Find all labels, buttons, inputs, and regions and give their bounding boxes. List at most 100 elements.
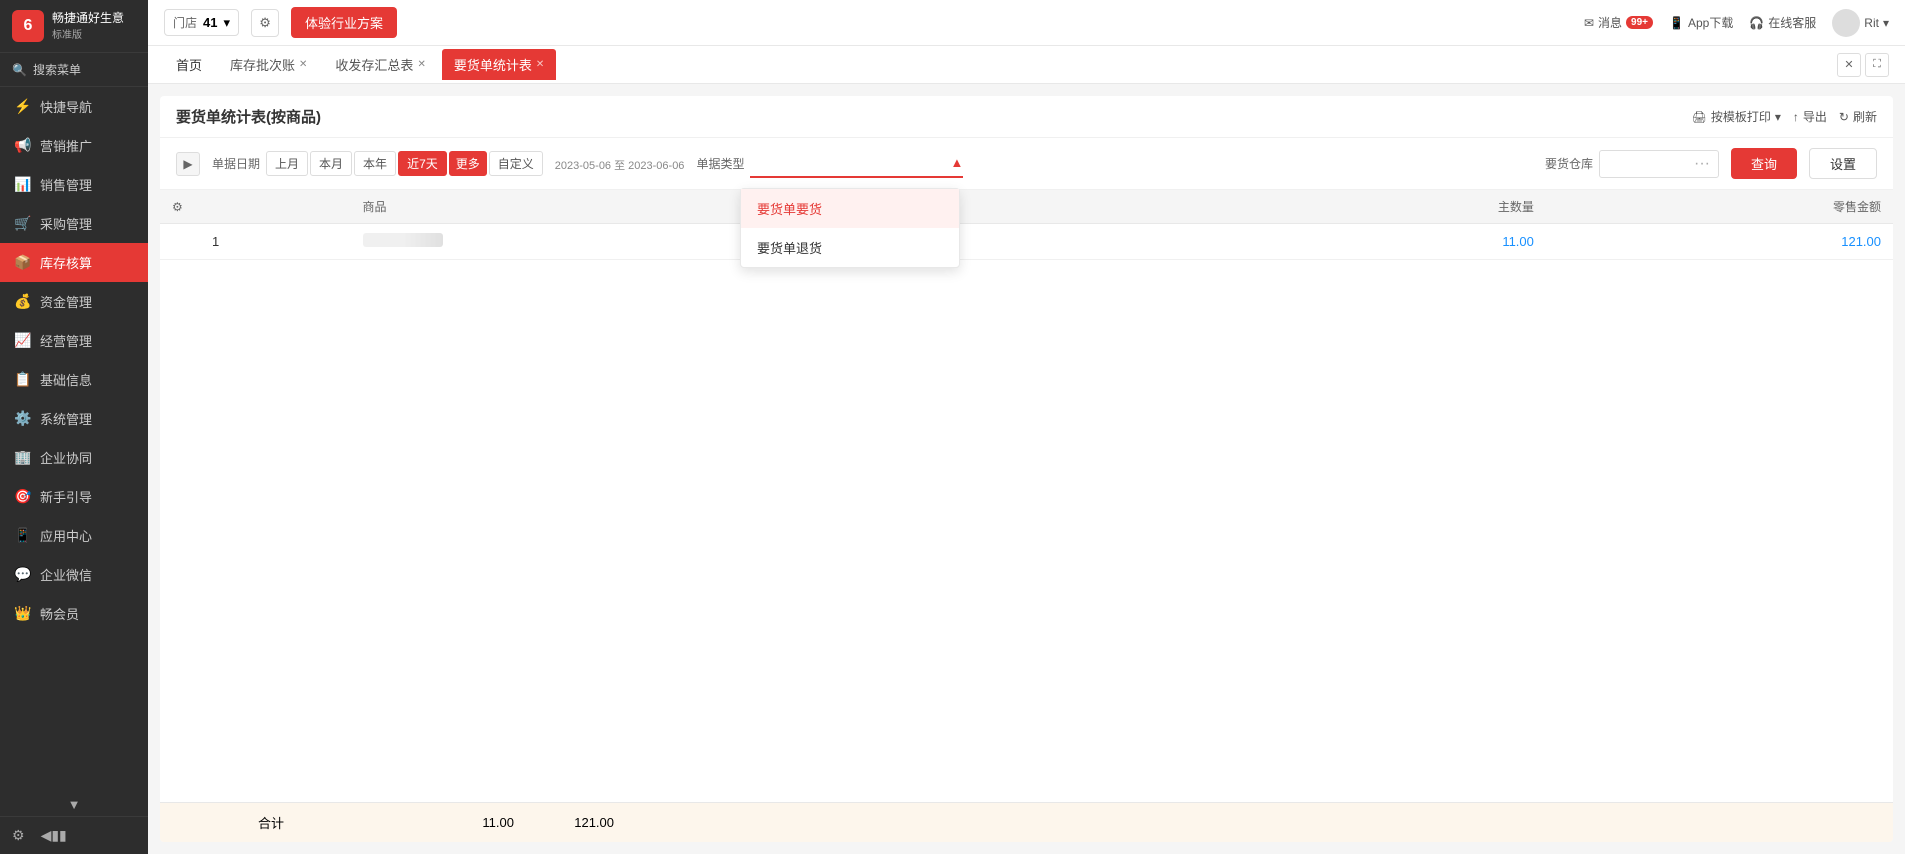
col-amount-header: 零售金额 (1546, 190, 1893, 224)
sidebar-item-label: 新手引导 (40, 487, 92, 506)
sidebar-scroll-down[interactable]: ▼ (0, 793, 148, 816)
search-icon: 🔍 (12, 63, 27, 77)
header-left: 门店 41 ▾ ⚙ 体验行业方案 (164, 7, 397, 38)
tab-order-summary[interactable]: 要货单统计表 ✕ (442, 49, 556, 80)
app-download-label: App下载 (1688, 14, 1733, 31)
date-btn-this-month[interactable]: 本月 (310, 151, 352, 176)
member-icon: 👑 (14, 605, 32, 623)
sidebar-search[interactable]: 🔍 搜索菜单 (0, 53, 148, 87)
sidebar-item-label: 畅会员 (40, 604, 79, 623)
print-icon: 🖨 (1692, 110, 1707, 124)
sidebar-item-app[interactable]: 📱 应用中心 (0, 516, 148, 555)
date-btn-last-month[interactable]: 上月 (266, 151, 308, 176)
sidebar-item-member[interactable]: 👑 畅会员 (0, 594, 148, 633)
expand-filter-button[interactable]: ▶ (176, 152, 200, 176)
type-chevron-up-icon[interactable]: ▲ (950, 155, 963, 170)
type-select-input[interactable] (750, 151, 950, 174)
finance-icon: 💰 (14, 293, 32, 311)
store-selector[interactable]: 门店 41 ▾ (164, 9, 239, 36)
operations-icon: 📈 (14, 332, 32, 350)
trial-button[interactable]: 体验行业方案 (291, 7, 397, 38)
tab-expand-button[interactable]: ⛶ (1865, 53, 1889, 77)
footer-menu-icon[interactable]: ◀▮▮ (41, 827, 67, 844)
export-action[interactable]: ↑ 导出 (1793, 108, 1827, 125)
print-action[interactable]: 🖨 按模板打印 ▾ (1692, 108, 1781, 125)
date-btn-this-year[interactable]: 本年 (354, 151, 396, 176)
date-btn-more[interactable]: 更多 (449, 151, 487, 176)
refresh-action[interactable]: ↻ 刷新 (1839, 108, 1877, 125)
print-label: 按模板打印 (1711, 108, 1771, 125)
sidebar-item-base[interactable]: 📋 基础信息 (0, 360, 148, 399)
sidebar-item-label: 企业协同 (40, 448, 92, 467)
warehouse-more-icon[interactable]: ··· (1694, 155, 1710, 173)
sidebar-item-guide[interactable]: 🎯 新手引导 (0, 477, 148, 516)
tabs-bar: 首页 库存批次账 ✕ 收发存汇总表 ✕ 要货单统计表 ✕ ✕ ⛶ (148, 46, 1905, 84)
footer-settings-icon[interactable]: ⚙ (12, 827, 25, 844)
date-btn-7days[interactable]: 近7天 (398, 151, 447, 176)
dropdown-item-order-return[interactable]: 要货单退货 (741, 228, 959, 267)
sidebar-item-quick-nav[interactable]: ⚡ 快捷导航 (0, 87, 148, 126)
app-download-action[interactable]: 📱 App下载 (1669, 14, 1733, 31)
page-title: 要货单统计表(按商品) (176, 106, 321, 127)
store-label: 门店 (173, 14, 197, 31)
page-actions: 🖨 按模板打印 ▾ ↑ 导出 ↻ 刷新 (1692, 108, 1877, 125)
dropdown-item-order-purchase[interactable]: 要货单要货 (741, 189, 959, 228)
total-quantity: 11.00 (482, 815, 514, 830)
col-settings-header: ⚙ (160, 190, 200, 224)
base-icon: 📋 (14, 371, 32, 389)
user-avatar (1832, 9, 1860, 37)
sidebar-item-label: 采购管理 (40, 214, 92, 233)
sidebar-item-label: 营销推广 (40, 136, 92, 155)
amount-link[interactable]: 121.00 (1841, 234, 1881, 249)
enterprise-icon: 🏢 (14, 449, 32, 467)
sidebar-item-sales[interactable]: 📊 销售管理 (0, 165, 148, 204)
sidebar-item-label: 应用中心 (40, 526, 92, 545)
content-area: 要货单统计表(按商品) 🖨 按模板打印 ▾ ↑ 导出 ↻ 刷新 (148, 84, 1905, 854)
type-dropdown: 要货单要货 要货单退货 (740, 188, 960, 268)
sidebar-item-marketing[interactable]: 📢 营销推广 (0, 126, 148, 165)
query-button[interactable]: 查询 (1731, 148, 1797, 179)
app-subtitle: 标准版 (52, 26, 124, 41)
phone-icon: 📱 (1669, 16, 1684, 30)
sidebar-item-finance[interactable]: 💰 资金管理 (0, 282, 148, 321)
user-name: Rit (1864, 16, 1879, 30)
settings-gear-icon[interactable]: ⚙ (172, 200, 183, 214)
total-label: 合计 (258, 816, 284, 831)
app-name: 畅捷通好生意 (52, 11, 124, 27)
tab-receive-summary[interactable]: 收发存汇总表 ✕ (323, 49, 437, 80)
tab-close-icon[interactable]: ✕ (536, 59, 544, 70)
header-gear-button[interactable]: ⚙ (251, 9, 279, 37)
table-body: 1 块 11.00 121.00 (160, 224, 1893, 260)
sidebar-item-enterprise[interactable]: 🏢 企业协同 (0, 438, 148, 477)
table-container: ⚙ 商品 主计量单位 主数量 零售金额 1 (160, 190, 1893, 802)
warehouse-filter-group: 要货仓库 ··· (1545, 150, 1719, 178)
sidebar-item-label: 快捷导航 (40, 97, 92, 116)
sidebar: 6 畅捷通好生意 标准版 🔍 搜索菜单 ⚡ 快捷导航 📢 营销推广 📊 销售管理… (0, 0, 148, 854)
sidebar-item-inventory[interactable]: 📦 库存核算 (0, 243, 148, 282)
tab-inventory-batch[interactable]: 库存批次账 ✕ (218, 49, 319, 80)
total-amount: 121.00 (574, 815, 614, 830)
sidebar-item-system[interactable]: ⚙️ 系统管理 (0, 399, 148, 438)
tab-home[interactable]: 首页 (164, 49, 214, 80)
sidebar-item-wechat[interactable]: 💬 企业微信 (0, 555, 148, 594)
tab-label: 收发存汇总表 (335, 55, 413, 74)
user-menu[interactable]: Rit ▾ (1832, 9, 1889, 37)
online-service-action[interactable]: 🎧 在线客服 (1749, 14, 1816, 31)
settings-button[interactable]: 设置 (1809, 148, 1877, 179)
tabs-controls: ✕ ⛶ (1837, 53, 1889, 77)
export-icon: ↑ (1793, 110, 1799, 124)
message-action[interactable]: ✉ 消息 99+ (1584, 14, 1653, 31)
sidebar-item-operations[interactable]: 📈 经营管理 (0, 321, 148, 360)
tab-close-icon[interactable]: ✕ (299, 59, 307, 70)
tab-close-icon[interactable]: ✕ (417, 59, 425, 70)
tab-close-all-button[interactable]: ✕ (1837, 53, 1861, 77)
date-filter-group: 单据日期 上月 本月 本年 近7天 更多 自定义 (212, 151, 543, 176)
search-label: 搜索菜单 (33, 61, 81, 78)
main-area: 门店 41 ▾ ⚙ 体验行业方案 ✉ 消息 99+ 📱 App下载 🎧 在线客服 (148, 0, 1905, 854)
message-icon: ✉ (1584, 16, 1594, 30)
date-btn-custom[interactable]: 自定义 (489, 151, 543, 176)
quantity-link[interactable]: 11.00 (1502, 234, 1534, 249)
sidebar-footer: ⚙ ◀▮▮ (0, 816, 148, 854)
col-rownum-header (200, 190, 351, 224)
sidebar-item-purchase[interactable]: 🛒 采购管理 (0, 204, 148, 243)
